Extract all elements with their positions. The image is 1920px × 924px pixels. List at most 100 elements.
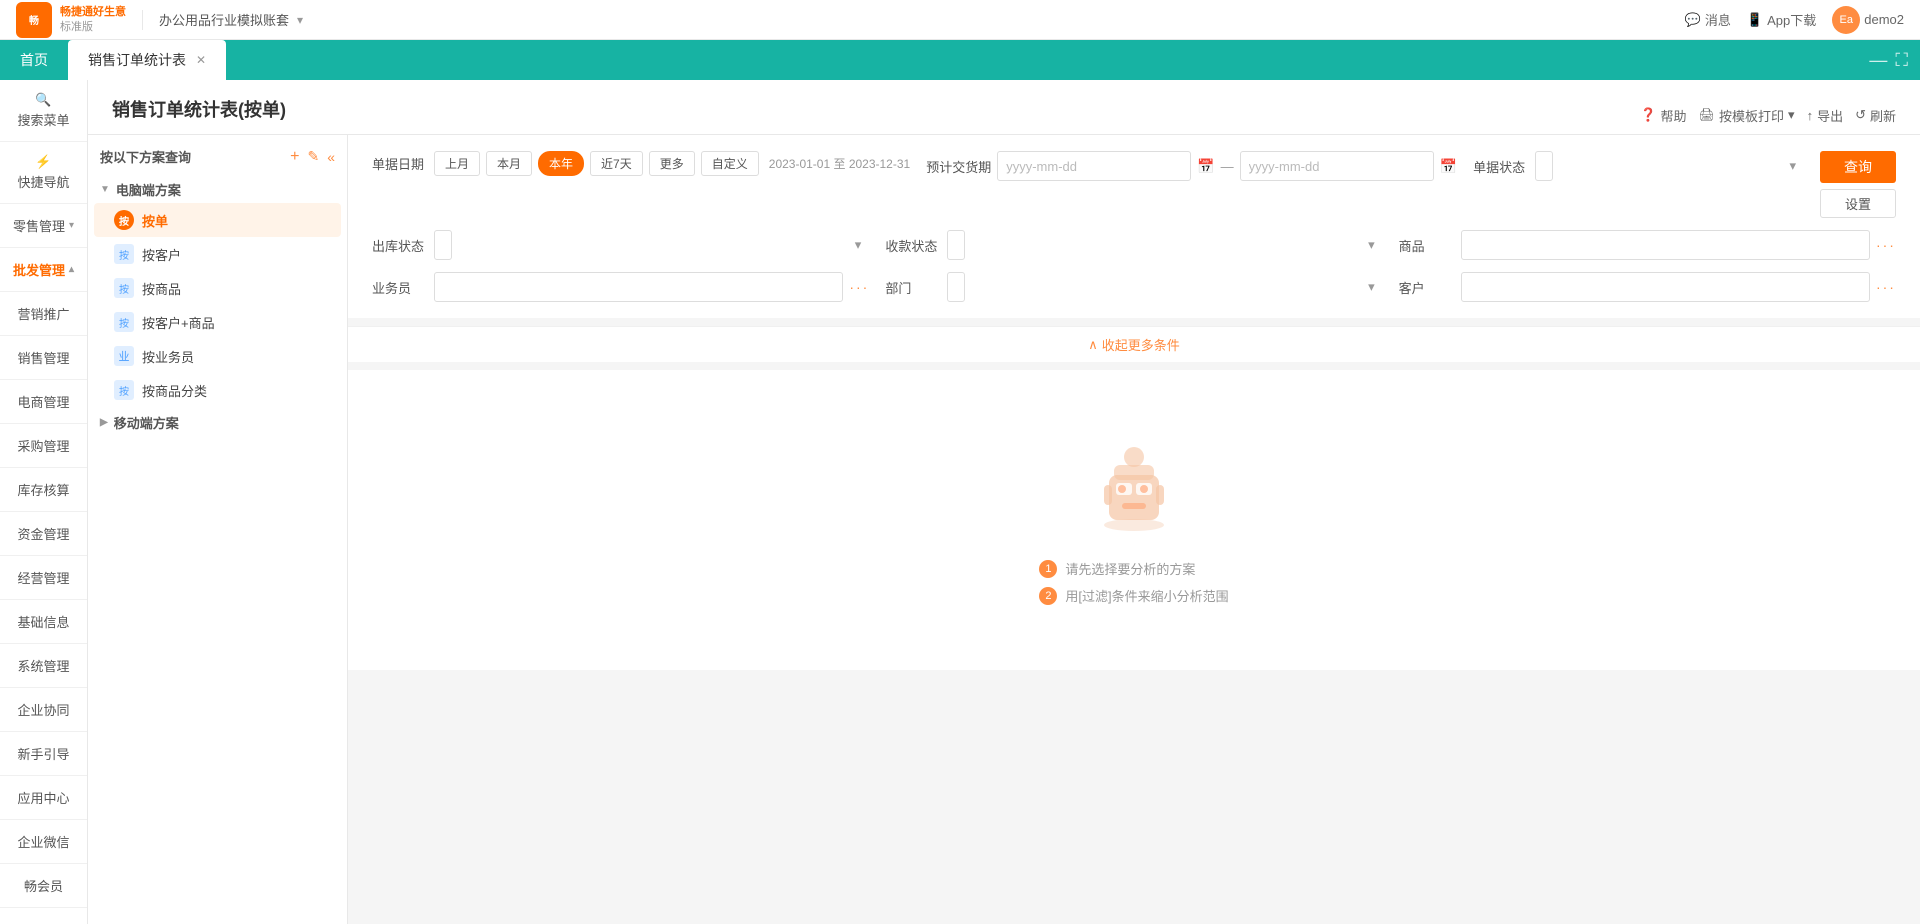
sidebar-item-inventory[interactable]: 库存核算 xyxy=(0,468,87,512)
collapse-bar[interactable]: ∧ 收起更多条件 xyxy=(348,326,1920,362)
calendar-start-icon[interactable]: 📅 xyxy=(1197,158,1214,175)
payment-status-chevron: ▾ xyxy=(1368,237,1375,253)
sidebar-item-enterprise-wechat[interactable]: 企业微信 xyxy=(0,820,87,864)
app-title[interactable]: 办公用品行业模拟账套 xyxy=(159,10,289,29)
tab-sales-stat[interactable]: 销售订单统计表 ✕ xyxy=(68,40,226,80)
main-layout: 🔍 搜索菜单 ⚡ 快捷导航 零售管理 ▾ 批发管理 ▴ 营销推广 销售管理 电商… xyxy=(0,80,1920,924)
sidebar-item-members[interactable]: 畅会员 xyxy=(0,864,87,908)
custom-btn[interactable]: 自定义 xyxy=(701,151,759,176)
dropdown-icon[interactable]: ▾ xyxy=(297,13,303,27)
salesperson-more-icon[interactable]: ··· xyxy=(849,279,869,295)
collapse-panel-icon[interactable]: « xyxy=(327,149,335,165)
sidebar-item-wholesale-mgmt-label: 批发管理 xyxy=(13,260,65,279)
refresh-btn[interactable]: ↺ 刷新 xyxy=(1855,106,1896,125)
sidebar-item-enterprise-collab[interactable]: 企业协同 xyxy=(0,688,87,732)
app-download-btn[interactable]: 📱 App下载 xyxy=(1747,10,1816,29)
setting-button[interactable]: 设置 xyxy=(1820,189,1896,218)
template-print-icon: 🖨 xyxy=(1699,107,1716,123)
template-print-btn[interactable]: 🖨 按模板打印 ▾ xyxy=(1699,106,1795,125)
mobile-schemes-section[interactable]: ▶ 移动端方案 xyxy=(88,407,347,436)
sidebar-item-new-guide[interactable]: 新手引导 xyxy=(0,732,87,776)
sidebar-item-ecommerce-mgmt[interactable]: 电商管理 xyxy=(0,380,87,424)
salesperson-input[interactable] xyxy=(434,272,843,302)
tree-item-by-order[interactable]: 按 按单 xyxy=(94,203,341,237)
sidebar-item-basic-info[interactable]: 基础信息 xyxy=(0,600,87,644)
empty-state: 1 请先选择要分析的方案 2 用[过滤]条件来缩小分析范围 xyxy=(348,370,1920,670)
sidebar-item-purchase-mgmt[interactable]: 采购管理 xyxy=(0,424,87,468)
expected-delivery-start[interactable] xyxy=(997,151,1191,181)
help-btn[interactable]: ❓ 帮助 xyxy=(1640,106,1686,125)
page-title-row: 销售订单统计表(按单) ❓ 帮助 🖨 按模板打印 ▾ ↑ 导出 xyxy=(112,96,1896,134)
collapse-arrow-icon: ∧ xyxy=(1088,337,1098,353)
tip-text-2: 用[过滤]条件来缩小分析范围 xyxy=(1065,586,1228,605)
tab-fullscreen-icon[interactable]: ⛶ xyxy=(1895,50,1908,71)
right-panel: 单据日期 上月 本月 本年 近7天 更多 自定义 2023-01-01 至 20… xyxy=(348,135,1920,924)
sidebar-item-wholesale-mgmt[interactable]: 批发管理 ▴ xyxy=(0,248,87,292)
tab-minimize-icon[interactable]: — xyxy=(1869,50,1887,71)
tree-item-by-product-category[interactable]: 按 按商品分类 xyxy=(94,373,341,407)
tab-home-label: 首页 xyxy=(20,50,48,70)
by-product-category-icon: 按 xyxy=(114,380,134,400)
pc-schemes-expand-icon: ▼ xyxy=(100,184,110,195)
sidebar-item-system-mgmt[interactable]: 系统管理 xyxy=(0,644,87,688)
query-button[interactable]: 查询 xyxy=(1820,151,1896,183)
tab-close-icon[interactable]: ✕ xyxy=(196,53,206,67)
pc-schemes-section[interactable]: ▼ 电脑端方案 xyxy=(88,174,347,203)
this-month-btn[interactable]: 本月 xyxy=(486,151,532,176)
sidebar-item-basic-info-label: 基础信息 xyxy=(17,612,69,631)
salesperson-label: 业务员 xyxy=(372,278,428,297)
sidebar-item-marketing-label: 营销推广 xyxy=(17,304,69,323)
wholesale-mgmt-arrow-icon: ▴ xyxy=(69,264,74,275)
add-scheme-icon[interactable]: + xyxy=(290,148,299,166)
quick-nav-icon: ⚡ xyxy=(35,154,51,170)
this-year-btn[interactable]: 本年 xyxy=(538,151,584,176)
tree-item-by-customer[interactable]: 按 按客户 xyxy=(94,237,341,271)
ship-status-select[interactable] xyxy=(434,230,452,260)
export-btn[interactable]: ↑ 导出 xyxy=(1807,106,1844,125)
doc-status-select[interactable] xyxy=(1535,151,1553,181)
user-menu[interactable]: Ea demo2 xyxy=(1832,6,1904,34)
collapse-label: 收起更多条件 xyxy=(1102,335,1180,354)
calendar-end-icon[interactable]: 📅 xyxy=(1440,158,1457,175)
tree-item-by-product[interactable]: 按 按商品 xyxy=(94,271,341,305)
tree-item-by-customer-product[interactable]: 按 按客户+商品 xyxy=(94,305,341,339)
product-more-icon[interactable]: ··· xyxy=(1876,237,1896,253)
sidebar-item-operations[interactable]: 经营管理 xyxy=(0,556,87,600)
sidebar-item-retail-mgmt[interactable]: 零售管理 ▾ xyxy=(0,204,87,248)
date-filter-group: 单据日期 上月 本月 本年 近7天 更多 自定义 2023-01-01 至 20… xyxy=(372,151,910,176)
message-btn[interactable]: 💬 消息 xyxy=(1685,10,1731,29)
by-order-label: 按单 xyxy=(142,211,168,230)
tree-item-by-salesperson[interactable]: 业 按业务员 xyxy=(94,339,341,373)
left-panel: 按以下方案查询 + ✎ « ▼ 电脑端方案 按 按单 xyxy=(88,135,348,924)
top-bar-right: 💬 消息 📱 App下载 Ea demo2 xyxy=(1685,6,1904,34)
username: demo2 xyxy=(1864,12,1904,27)
tip-num-2: 2 xyxy=(1039,587,1057,605)
ship-status-chevron: ▾ xyxy=(855,237,862,253)
brand-title-line2: 标准版 xyxy=(60,20,126,34)
more-btn[interactable]: 更多 xyxy=(649,151,695,176)
payment-status-select[interactable] xyxy=(947,230,965,260)
sidebar-item-finance[interactable]: 资金管理 xyxy=(0,512,87,556)
left-panel-title: 按以下方案查询 xyxy=(100,147,191,166)
tab-home[interactable]: 首页 xyxy=(0,40,68,80)
sidebar-item-quick-nav[interactable]: ⚡ 快捷导航 xyxy=(0,142,87,204)
sidebar-item-app-center[interactable]: 应用中心 xyxy=(0,776,87,820)
edit-scheme-icon[interactable]: ✎ xyxy=(307,148,319,165)
left-panel-header: 按以下方案查询 + ✎ « xyxy=(88,147,347,174)
product-input[interactable] xyxy=(1461,230,1870,260)
export-label: 导出 xyxy=(1817,106,1843,125)
sidebar-item-search-menu[interactable]: 🔍 搜索菜单 xyxy=(0,80,87,142)
brand-logo: 畅 xyxy=(16,2,52,38)
department-select[interactable] xyxy=(947,272,965,302)
customer-input[interactable] xyxy=(1461,272,1870,302)
expected-delivery-end[interactable] xyxy=(1240,151,1434,181)
divider xyxy=(142,10,143,30)
sidebar-item-sales-mgmt[interactable]: 销售管理 xyxy=(0,336,87,380)
last-7-btn[interactable]: 近7天 xyxy=(590,151,643,176)
customer-more-icon[interactable]: ··· xyxy=(1876,279,1896,295)
last-month-btn[interactable]: 上月 xyxy=(434,151,480,176)
payment-status-group: 收款状态 ▾ xyxy=(885,230,1382,260)
expected-delivery-label: 预计交货期 xyxy=(926,157,991,176)
tip-text-1: 请先选择要分析的方案 xyxy=(1065,559,1195,578)
sidebar-item-marketing[interactable]: 营销推广 xyxy=(0,292,87,336)
